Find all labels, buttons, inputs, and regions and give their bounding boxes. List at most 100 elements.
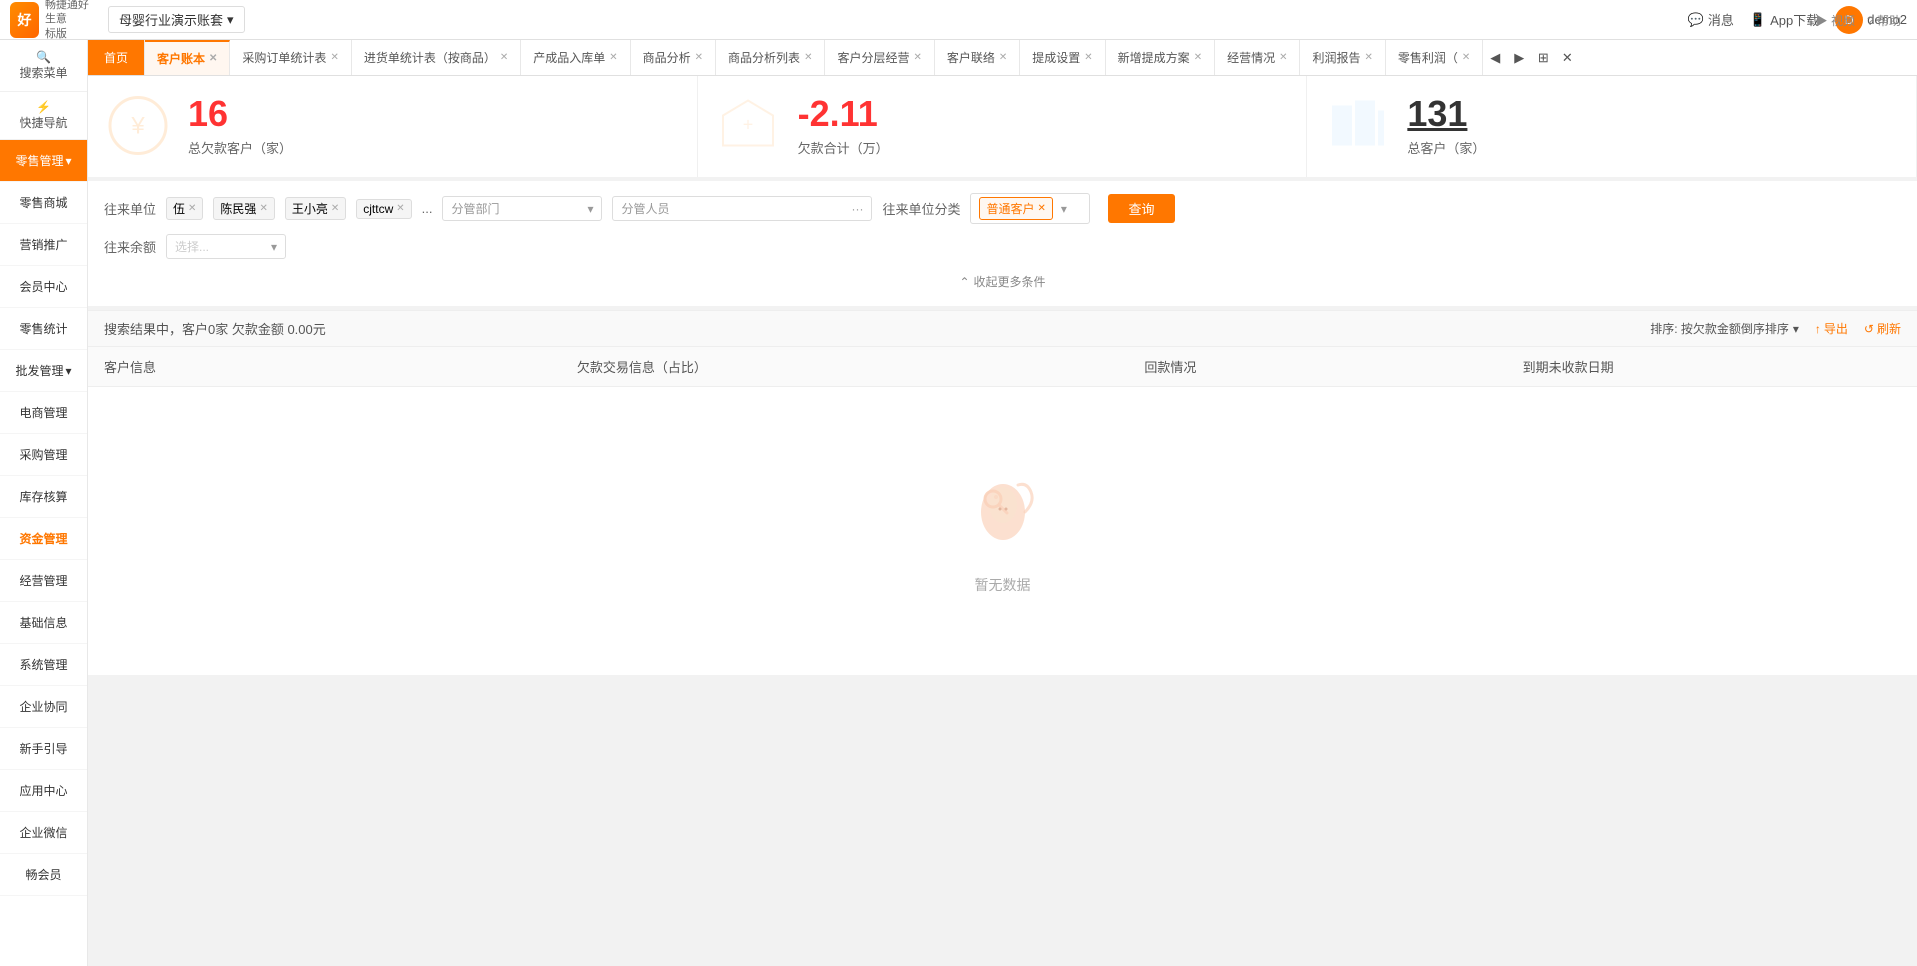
tab-close-operations[interactable]: ✕ — [1279, 52, 1287, 63]
tab-close-customer-account[interactable]: ✕ — [209, 53, 217, 64]
remove-tag-wang[interactable]: ✕ — [331, 203, 339, 214]
tab-retail-profit[interactable]: 零售利润（ ✕ — [1386, 40, 1483, 76]
message-btn[interactable]: 💬 消息 — [1688, 10, 1734, 29]
sidebar-item-operations[interactable]: 经营管理 — [0, 560, 87, 602]
app-download-btn[interactable]: 📱 App下载 — [1750, 10, 1819, 29]
tab-product-analysis[interactable]: 商品分析 ✕ — [631, 40, 716, 76]
sidebar-item-finance[interactable]: 资金管理 — [0, 518, 87, 560]
tab-commission-settings[interactable]: 提成设置 ✕ — [1020, 40, 1105, 76]
result-info: 搜索结果中，客户0家 欠款金额 0.00元 — [104, 319, 326, 338]
sidebar-item-enterprise-wechat[interactable]: 企业微信 — [0, 812, 87, 854]
message-icon: 💬 — [1688, 12, 1704, 28]
refresh-btn[interactable]: ↺ 刷新 — [1864, 320, 1901, 337]
sidebar-item-system[interactable]: 系统管理 — [0, 644, 87, 686]
export-btn[interactable]: ↑ 导出 — [1815, 320, 1848, 337]
tab-scroll-left[interactable]: ◀ — [1483, 40, 1507, 76]
sort-btn[interactable]: 排序: 按欠款金额倒序排序 ▾ — [1650, 320, 1799, 337]
tab-close-tier[interactable]: ✕ — [913, 52, 921, 63]
tab-import-stats[interactable]: 进货单统计表（按商品） ✕ — [352, 40, 521, 76]
sidebar-item-purchase[interactable]: 采购管理 — [0, 434, 87, 476]
tab-expand[interactable]: ⊞ — [1531, 40, 1555, 76]
result-actions: 排序: 按欠款金额倒序排序 ▾ ↑ 导出 ↺ 刷新 — [1650, 320, 1901, 337]
svg-text:+: + — [742, 114, 753, 134]
sidebar-item-enterprise-collab[interactable]: 企业协同 — [0, 686, 87, 728]
sidebar-item-ecommerce[interactable]: 电商管理 — [0, 392, 87, 434]
tab-close-import[interactable]: ✕ — [500, 52, 508, 63]
tab-bar: 首页 客户账本 ✕ 采购订单统计表 ✕ 进货单统计表（按商品） ✕ 产成品入库单… — [88, 40, 1917, 76]
classify-tag-selected[interactable]: 普通客户 ✕ — [979, 197, 1052, 220]
sub-person-more[interactable]: ··· — [851, 202, 863, 216]
filter-more-btn[interactable]: ... — [422, 201, 433, 216]
tab-scroll-right[interactable]: ▶ — [1507, 40, 1531, 76]
filter-tag-wang[interactable]: 王小亮 ✕ — [285, 197, 346, 220]
sidebar: 🔍 搜索菜单 ⚡ 快捷导航 零售管理 ▾ 零售商城 营销推广 会员中心 零售统计… — [0, 40, 88, 966]
chevron-down-icon: ▾ — [271, 240, 277, 254]
stat-number-1: 16 — [188, 96, 292, 132]
query-btn[interactable]: 查询 — [1108, 194, 1174, 223]
tab-home[interactable]: 首页 — [88, 40, 145, 76]
tab-close-purchase[interactable]: ✕ — [330, 52, 338, 63]
page-content: ¥ 16 总欠款客户（家） + — [88, 76, 1917, 966]
chevron-down-icon: ▾ — [1061, 202, 1067, 216]
chevron-icon: ▾ — [65, 364, 71, 378]
balance-dropdown[interactable]: 选择... ▾ — [166, 234, 286, 259]
app-selector[interactable]: 母婴行业演示账套 ▾ — [98, 6, 1688, 33]
sidebar-item-retail-stats[interactable]: 零售统计 — [0, 308, 87, 350]
app-selector-btn[interactable]: 母婴行业演示账套 ▾ — [108, 6, 245, 33]
filter-tag-unit[interactable]: 伍 ✕ — [166, 197, 203, 220]
tab-profit-report[interactable]: 利润报告 ✕ — [1300, 40, 1385, 76]
sidebar-item-app-center[interactable]: 应用中心 — [0, 770, 87, 812]
remove-classify[interactable]: ✕ — [1038, 203, 1046, 214]
sidebar-item-retail[interactable]: 零售管理 ▾ — [0, 140, 87, 182]
tab-customer-account[interactable]: 客户账本 ✕ — [145, 40, 230, 76]
tab-close-profit[interactable]: ✕ — [1365, 52, 1373, 63]
sidebar-item-retail-mall[interactable]: 零售商城 — [0, 182, 87, 224]
stats-section: ¥ 16 总欠款客户（家） + — [88, 76, 1917, 177]
sidebar-item-inventory[interactable]: 库存核算 — [0, 476, 87, 518]
remove-tag-wu[interactable]: ✕ — [188, 203, 196, 214]
content-area: 首页 客户账本 ✕ 采购订单统计表 ✕ 进货单统计表（按商品） ✕ 产成品入库单… — [88, 40, 1917, 966]
logo-text: 畅捷通好生意 标版 — [45, 0, 98, 41]
sub-person-input[interactable]: 分管人员 ··· — [612, 196, 872, 221]
tab-customer-contact[interactable]: 客户联络 ✕ — [935, 40, 1020, 76]
remove-tag-cjttcw[interactable]: ✕ — [396, 203, 404, 214]
sidebar-item-wholesale[interactable]: 批发管理 ▾ — [0, 350, 87, 392]
classify-dropdown[interactable]: 普通客户 ✕ ▾ — [970, 193, 1090, 224]
chevron-down-icon: ▾ — [587, 202, 593, 216]
empty-state: 暂无数据 — [88, 387, 1917, 675]
sidebar-item-basic-info[interactable]: 基础信息 — [0, 602, 87, 644]
tab-product-analysis-list[interactable]: 商品分析列表 ✕ — [716, 40, 825, 76]
sidebar-item-premium-member[interactable]: 畅会员 — [0, 854, 87, 896]
tab-close-instock[interactable]: ✕ — [609, 52, 617, 63]
table-header: 客户信息 欠款交易信息（占比） 回款情况 到期未收款日期 — [88, 347, 1917, 387]
tab-close-new-commission[interactable]: ✕ — [1194, 52, 1202, 63]
tab-close-analysis[interactable]: ✕ — [695, 52, 703, 63]
tab-close-retail-profit[interactable]: ✕ — [1462, 52, 1470, 63]
chevron-up-icon: ⌃ — [959, 275, 969, 289]
sidebar-item-quick-nav[interactable]: ⚡ 快捷导航 — [0, 92, 87, 140]
logo-icon: 好 — [10, 2, 39, 38]
tab-close-commission[interactable]: ✕ — [1084, 52, 1092, 63]
tab-customer-tier[interactable]: 客户分层经营 ✕ — [825, 40, 934, 76]
filter-tag-cjttcw[interactable]: cjttcw ✕ — [356, 199, 411, 219]
tab-close-all[interactable]: ✕ — [1555, 40, 1579, 76]
filter-section: 往来单位 伍 ✕ 陈民强 ✕ 王小亮 ✕ — [88, 181, 1917, 306]
sidebar-item-search[interactable]: 🔍 搜索菜单 — [0, 40, 87, 92]
sidebar-item-new-guide[interactable]: 新手引导 — [0, 728, 87, 770]
tab-purchase-order-stats[interactable]: 采购订单统计表 ✕ — [230, 40, 351, 76]
sidebar-item-marketing[interactable]: 营销推广 — [0, 224, 87, 266]
svg-text:¥: ¥ — [130, 112, 145, 139]
empty-illustration — [963, 467, 1043, 563]
tab-new-commission[interactable]: 新增提成方案 ✕ — [1106, 40, 1215, 76]
collapse-btn[interactable]: ⌃ 收起更多条件 — [955, 269, 1049, 294]
filter-tag-chen[interactable]: 陈民强 ✕ — [213, 197, 274, 220]
tab-close-contact[interactable]: ✕ — [999, 52, 1007, 63]
sub-dept-dropdown[interactable]: 分管部门 ▾ — [442, 196, 602, 221]
tab-operations[interactable]: 经营情况 ✕ — [1215, 40, 1300, 76]
stat-card-1: ¥ 16 总欠款客户（家） — [88, 76, 698, 177]
remove-tag-chen[interactable]: ✕ — [259, 203, 267, 214]
sidebar-item-member[interactable]: 会员中心 — [0, 266, 87, 308]
tab-product-instock[interactable]: 产成品入库单 ✕ — [521, 40, 630, 76]
tab-close-analysis-list[interactable]: ✕ — [804, 52, 812, 63]
stat-number-2: -2.11 — [798, 96, 889, 132]
